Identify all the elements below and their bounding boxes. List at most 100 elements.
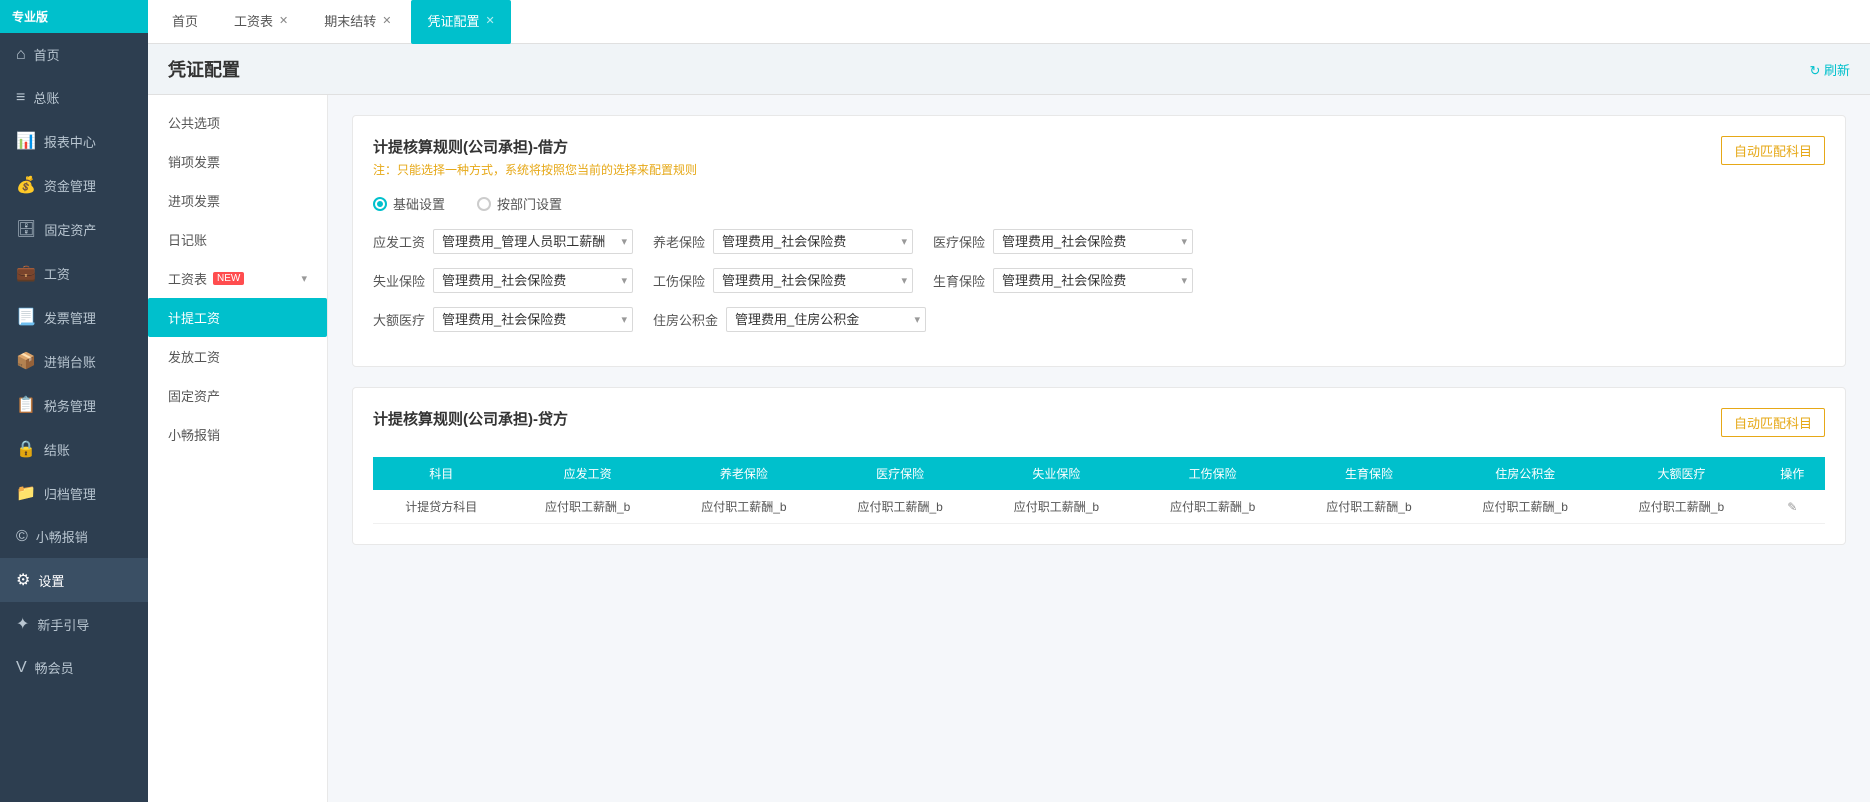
cell-gongshang: 应付职工薪酬_b	[1135, 490, 1291, 524]
cell-yanglao: 应付职工薪酬_b	[666, 490, 822, 524]
expand-icon: ▾	[301, 272, 307, 285]
main-area: 首页 工资表 ✕ 期末结转 ✕ 凭证配置 ✕ 凭证配置 ↻ 刷新 公共选项 销项…	[148, 0, 1870, 802]
cell-zufang: 应付职工薪酬_b	[1447, 490, 1603, 524]
table-header-row: 科目 应发工资 养老保险 医疗保险 失业保险 工伤保险 生育保险 住房公积金 大…	[373, 457, 1825, 490]
col-action: 操作	[1760, 457, 1825, 490]
guide-icon: ✦	[16, 614, 29, 634]
sidebar-item-settings[interactable]: ⚙ 设置	[0, 558, 148, 602]
select-yiliao[interactable]: 管理费用_社会保险费	[993, 229, 1193, 254]
radio-dept[interactable]: 按部门设置	[477, 194, 562, 213]
cell-action[interactable]: ✎	[1760, 490, 1825, 524]
radio-dept-dot	[477, 197, 491, 211]
radio-basic[interactable]: 基础设置	[373, 194, 445, 213]
select-yingfa-wrapper: 管理费用_管理人员职工薪酬	[433, 229, 633, 254]
col-yingfa: 应发工资	[509, 457, 665, 490]
field-zufang: 住房公积金 管理费用_住房公积金	[653, 307, 926, 332]
tab-period[interactable]: 期末结转 ✕	[308, 0, 407, 44]
label-yiliao: 医疗保险	[933, 232, 985, 251]
field-yingfa: 应发工资 管理费用_管理人员职工薪酬	[373, 229, 633, 254]
refresh-button[interactable]: ↻ 刷新	[1809, 60, 1850, 79]
col-yanglao: 养老保险	[666, 457, 822, 490]
label-yanglao: 养老保险	[653, 232, 705, 251]
tab-close-voucher[interactable]: ✕	[486, 14, 495, 27]
app-name: 专业版	[0, 0, 148, 33]
radio-group: 基础设置 按部门设置	[373, 194, 1825, 213]
cell-yingfa: 应付职工薪酬_b	[509, 490, 665, 524]
left-nav-fixed-assets[interactable]: 固定资产	[148, 376, 327, 415]
cell-subject: 计提贷方科目	[373, 490, 509, 524]
tab-close-salary[interactable]: ✕	[279, 14, 288, 27]
sidebar-item-home[interactable]: ⌂ 首页	[0, 33, 148, 76]
section-credit: 计提核算规则(公司承担)-贷方 自动匹配科目 科目 应发工资 养老保险 医疗保险…	[352, 387, 1846, 545]
auto-match-debit-button[interactable]: 自动匹配科目	[1721, 136, 1825, 165]
left-nav-diary[interactable]: 日记账	[148, 220, 327, 259]
left-nav-purchase-invoice[interactable]: 进项发票	[148, 181, 327, 220]
member-icon: V	[16, 659, 27, 677]
col-dae: 大额医疗	[1603, 457, 1759, 490]
form-row-3: 大额医疗 管理费用_社会保险费 住房公积金 管理费用_住房公积金	[373, 307, 1825, 332]
auto-match-credit-button[interactable]: 自动匹配科目	[1721, 408, 1825, 437]
reports-icon: 📊	[16, 131, 36, 151]
cell-shiye: 应付职工薪酬_b	[978, 490, 1134, 524]
tab-close-period[interactable]: ✕	[382, 14, 391, 27]
select-shiye-wrapper: 管理费用_社会保险费	[433, 268, 633, 293]
select-yingfa[interactable]: 管理费用_管理人员职工薪酬	[433, 229, 633, 254]
sidebar-item-report2[interactable]: © 小畅报销	[0, 515, 148, 558]
sidebar-item-invoices[interactable]: 📃 发票管理	[0, 295, 148, 339]
invoice-icon: 📃	[16, 307, 36, 327]
select-yanglao[interactable]: 管理费用_社会保险费	[713, 229, 913, 254]
tab-voucher[interactable]: 凭证配置 ✕	[411, 0, 510, 44]
page-header: 凭证配置 ↻ 刷新	[148, 44, 1870, 95]
col-shengyu: 生育保险	[1291, 457, 1447, 490]
field-yanglao: 养老保险 管理费用_社会保险费	[653, 229, 913, 254]
sidebar-item-close[interactable]: 🔒 结账	[0, 427, 148, 471]
sidebar-item-archive[interactable]: 📁 归档管理	[0, 471, 148, 515]
page-title: 凭证配置	[168, 56, 240, 82]
label-gongshang: 工伤保险	[653, 271, 705, 290]
field-yiliao: 医疗保险 管理费用_社会保险费	[933, 229, 1193, 254]
left-nav-salary-table[interactable]: 工资表 NEW ▾	[148, 259, 327, 298]
sidebar-item-purchase[interactable]: 📦 进销台账	[0, 339, 148, 383]
table-row: 计提贷方科目 应付职工薪酬_b 应付职工薪酬_b 应付职工薪酬_b 应付职工薪酬…	[373, 490, 1825, 524]
select-yiliao-wrapper: 管理费用_社会保险费	[993, 229, 1193, 254]
sidebar-item-reports[interactable]: 📊 报表中心	[0, 119, 148, 163]
label-shengyu: 生育保险	[933, 271, 985, 290]
label-dae: 大额医疗	[373, 310, 425, 329]
field-dae: 大额医疗 管理费用_社会保险费	[373, 307, 633, 332]
tab-home[interactable]: 首页	[156, 0, 214, 44]
form-row-1: 应发工资 管理费用_管理人员职工薪酬 养老保险 管理费用_社会保险费	[373, 229, 1825, 254]
section-debit-notice: 注：只能选择一种方式，系统将按照您当前的选择来配置规则	[373, 161, 697, 178]
tax-icon: 📋	[16, 395, 36, 415]
section-debit-header-left: 计提核算规则(公司承担)-借方 注：只能选择一种方式，系统将按照您当前的选择来配…	[373, 136, 697, 178]
left-nav-xiaochang[interactable]: 小畅报销	[148, 415, 327, 454]
sidebar-item-assets[interactable]: 🗄 固定资产	[0, 207, 148, 251]
select-gongshang-wrapper: 管理费用_社会保险费	[713, 268, 913, 293]
tabs-bar: 首页 工资表 ✕ 期末结转 ✕ 凭证配置 ✕	[148, 0, 1870, 44]
new-badge: NEW	[213, 272, 244, 285]
select-zufang-wrapper: 管理费用_住房公积金	[726, 307, 926, 332]
select-zufang[interactable]: 管理费用_住房公积金	[726, 307, 926, 332]
ledger-icon: ≡	[16, 89, 25, 107]
left-nav: 公共选项 销项发票 进项发票 日记账 工资表 NEW ▾ 计提工资 发放工资	[148, 95, 328, 802]
select-shiye[interactable]: 管理费用_社会保险费	[433, 268, 633, 293]
select-dae-wrapper: 管理费用_社会保险费	[433, 307, 633, 332]
purchase-icon: 📦	[16, 351, 36, 371]
sidebar-item-ledger[interactable]: ≡ 总账	[0, 76, 148, 119]
select-shengyu[interactable]: 管理费用_社会保险费	[993, 268, 1193, 293]
left-nav-sales-invoice[interactable]: 销项发票	[148, 142, 327, 181]
tab-salary[interactable]: 工资表 ✕	[218, 0, 304, 44]
section-debit: 计提核算规则(公司承担)-借方 注：只能选择一种方式，系统将按照您当前的选择来配…	[352, 115, 1846, 367]
left-nav-pay-salary[interactable]: 发放工资	[148, 337, 327, 376]
sidebar-item-funds[interactable]: 💰 资金管理	[0, 163, 148, 207]
select-gongshang[interactable]: 管理费用_社会保险费	[713, 268, 913, 293]
sidebar-item-member[interactable]: V 畅会员	[0, 646, 148, 689]
left-nav-calc-salary[interactable]: 计提工资	[148, 298, 327, 337]
sidebar-item-tax[interactable]: 📋 税务管理	[0, 383, 148, 427]
sidebar-item-salary[interactable]: 💼 工资	[0, 251, 148, 295]
select-dae[interactable]: 管理费用_社会保险费	[433, 307, 633, 332]
sidebar-item-guide[interactable]: ✦ 新手引导	[0, 602, 148, 646]
field-shiye: 失业保险 管理费用_社会保险费	[373, 268, 633, 293]
left-nav-public[interactable]: 公共选项	[148, 103, 327, 142]
section-debit-header: 计提核算规则(公司承担)-借方 注：只能选择一种方式，系统将按照您当前的选择来配…	[373, 136, 1825, 178]
edit-icon[interactable]: ✎	[1787, 500, 1797, 514]
